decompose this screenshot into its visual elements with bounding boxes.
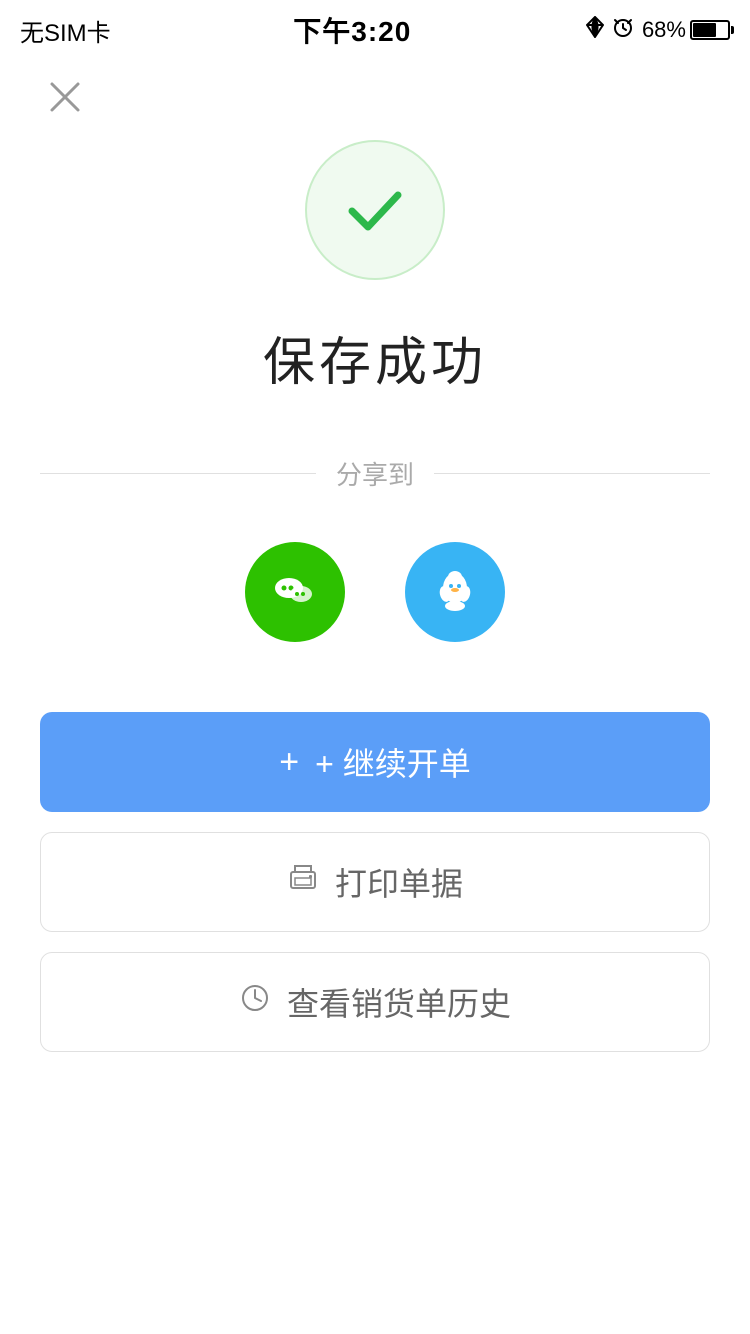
battery-text: 68% bbox=[642, 17, 686, 43]
continue-label: + 继续开单 bbox=[315, 739, 471, 785]
alarm-icon bbox=[612, 16, 634, 44]
status-right: 68% bbox=[586, 16, 730, 44]
battery-icon bbox=[690, 20, 730, 40]
close-button[interactable] bbox=[40, 72, 90, 122]
continue-button[interactable]: + + 继续开单 bbox=[40, 712, 710, 812]
divider-line-right bbox=[434, 473, 710, 474]
share-section: 分享到 bbox=[0, 455, 750, 712]
continue-icon: + bbox=[279, 743, 299, 782]
status-left: 无SIM卡 bbox=[20, 13, 119, 48]
share-divider: 分享到 bbox=[40, 455, 710, 492]
location-icon bbox=[586, 16, 604, 44]
carrier-text: 无SIM卡 bbox=[20, 13, 111, 48]
share-qq-button[interactable] bbox=[405, 542, 505, 642]
divider-line-left bbox=[40, 473, 316, 474]
status-bar: 无SIM卡 下午3:20 bbox=[0, 0, 750, 60]
action-buttons: + + 继续开单 打印单据 查看销货单历 bbox=[0, 712, 750, 1052]
success-icon-circle bbox=[305, 140, 445, 280]
print-icon bbox=[287, 862, 319, 902]
time-display: 下午3:20 bbox=[293, 10, 411, 50]
battery-indicator: 68% bbox=[642, 17, 730, 43]
success-title: 保存成功 bbox=[263, 320, 487, 395]
print-button[interactable]: 打印单据 bbox=[40, 832, 710, 932]
share-wechat-button[interactable] bbox=[245, 542, 345, 642]
share-icons-row bbox=[40, 542, 710, 642]
checkmark-icon bbox=[340, 175, 410, 245]
main-content: 保存成功 分享到 bbox=[0, 60, 750, 1052]
history-button[interactable]: 查看销货单历史 bbox=[40, 952, 710, 1052]
share-label: 分享到 bbox=[336, 455, 414, 492]
print-label: 打印单据 bbox=[335, 859, 463, 905]
history-label: 查看销货单历史 bbox=[287, 979, 511, 1025]
history-icon bbox=[239, 982, 271, 1022]
qq-icon bbox=[425, 562, 485, 622]
wechat-icon bbox=[265, 562, 325, 622]
